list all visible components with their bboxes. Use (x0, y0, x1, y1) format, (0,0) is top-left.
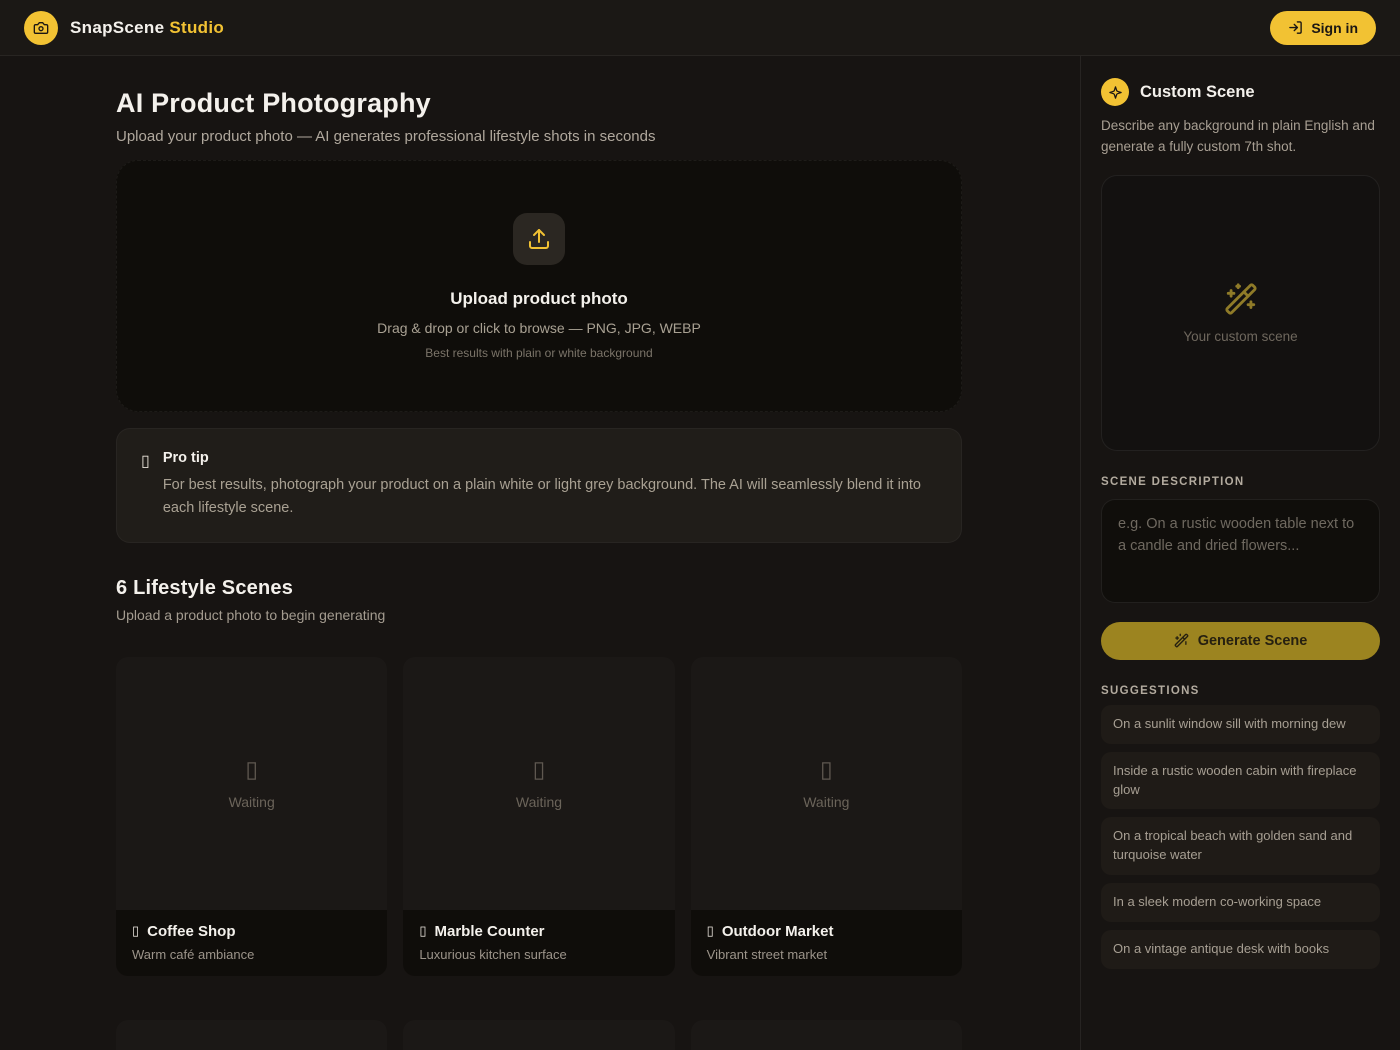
preview-placeholder-label: Your custom scene (1183, 328, 1298, 344)
pro-tip-body: For best results, photograph your produc… (162, 477, 921, 517)
scene-card: ▯ Waiting ▯ Outdoor Market Vibrant stree… (690, 656, 962, 976)
app-header: SnapScene Studio Sign in (0, 0, 1400, 56)
suggestion-item[interactable]: On a vintage antique desk with books (1101, 929, 1380, 969)
dropzone-title: Upload product photo (450, 288, 628, 308)
scene-card-title-text: Marble Counter (434, 922, 545, 940)
dropzone-hint: Drag & drop or click to browse — PNG, JP… (377, 319, 701, 336)
scene-card-partial (690, 1019, 962, 1050)
scene-card-body (691, 1020, 962, 1050)
scene-waiting-label: Waiting (803, 794, 850, 811)
suggestion-item[interactable]: On a sunlit window sill with morning dew (1101, 704, 1380, 744)
scene-card-desc: Luxurious kitchen surface (419, 946, 567, 962)
scene-description-label: SCENE DESCRIPTION (1101, 475, 1245, 488)
scene-waiting-label: Waiting (228, 794, 275, 811)
lightbulb-placeholder-icon: ▯ (141, 453, 150, 470)
brand[interactable]: SnapScene Studio (24, 10, 224, 45)
custom-scene-preview: Your custom scene (1101, 174, 1380, 451)
hourglass-placeholder-icon: ▯ (532, 756, 546, 783)
page-subtitle: Upload your product photo — AI generates… (116, 128, 656, 145)
dropzone-note: Best results with plain or white backgro… (425, 345, 653, 360)
scenes-section-title: 6 Lifestyle Scenes (116, 576, 294, 599)
scene-card-footer: ▯ Coffee Shop Warm café ambiance (116, 909, 388, 976)
sign-in-label: Sign in (1311, 19, 1358, 36)
magic-wand-icon (1224, 282, 1258, 316)
pro-tip-title: Pro tip (162, 450, 209, 466)
generate-scene-label: Generate Scene (1197, 632, 1308, 649)
hourglass-placeholder-icon: ▯ (819, 756, 833, 783)
main-content: AI Product Photography Upload your produ… (0, 56, 1080, 1050)
scene-card-body (116, 1020, 387, 1050)
custom-scene-panel: Custom Scene Describe any background in … (1080, 56, 1400, 1050)
brand-name: SnapScene Studio (70, 18, 224, 38)
scene-card: ▯ Waiting ▯ Coffee Shop Warm café ambian… (116, 656, 388, 976)
custom-scene-header: Custom Scene (1101, 78, 1380, 106)
upload-dropzone[interactable]: Upload product photo Drag & drop or clic… (116, 160, 962, 412)
scene-emoji-placeholder-icon: ▯ (132, 923, 140, 939)
scene-card-title-text: Outdoor Market (721, 922, 834, 940)
log-in-icon (1288, 20, 1303, 35)
custom-scene-title: Custom Scene (1140, 82, 1255, 101)
sign-in-button[interactable]: Sign in (1270, 10, 1376, 45)
scene-card-title-text: Coffee Shop (147, 922, 236, 940)
hourglass-placeholder-icon: ▯ (245, 756, 258, 783)
scene-card-body (403, 1020, 674, 1050)
custom-scene-description: Describe any background in plain English… (1101, 118, 1375, 154)
brand-primary: SnapScene (70, 17, 165, 37)
upload-icon-tile (513, 212, 565, 265)
scene-card-partial (403, 1019, 675, 1050)
wand-icon (1174, 633, 1189, 648)
scene-card-title: ▯ Coffee Shop (132, 923, 371, 940)
pro-tip-banner: ▯ Pro tip For best results, photograph y… (116, 428, 962, 543)
page-title: AI Product Photography (116, 88, 431, 118)
scene-emoji-placeholder-icon: ▯ (706, 923, 714, 939)
scene-grid: ▯ Waiting ▯ Coffee Shop Warm café ambian… (116, 656, 962, 1050)
scene-card-body: ▯ Waiting (116, 657, 387, 910)
scene-card-body: ▯ Waiting (403, 657, 674, 910)
suggestion-item[interactable]: On a tropical beach with golden sand and… (1101, 817, 1380, 876)
brand-accent: Studio (169, 17, 225, 37)
scene-card-desc: Vibrant street market (706, 946, 828, 962)
scene-card-title: ▯ Marble Counter (419, 923, 658, 940)
scene-emoji-placeholder-icon: ▯ (419, 923, 427, 939)
suggestions-label: SUGGESTIONS (1101, 684, 1200, 697)
scene-card-footer: ▯ Outdoor Market Vibrant street market (690, 909, 962, 976)
scene-description-input[interactable] (1101, 498, 1380, 603)
scene-card-title: ▯ Outdoor Market (707, 923, 946, 940)
scene-card-desc: Warm café ambiance (132, 946, 255, 962)
camera-icon (24, 10, 58, 45)
scene-card-partial (116, 1019, 388, 1050)
scene-waiting-label: Waiting (515, 794, 563, 811)
sparkles-icon (1101, 78, 1129, 106)
scenes-section-subtitle: Upload a product photo to begin generati… (116, 606, 386, 623)
suggestion-item[interactable]: In a sleek modern co-working space (1101, 883, 1380, 922)
scene-card: ▯ Waiting ▯ Marble Counter Luxurious kit… (403, 656, 675, 976)
suggestions-list: On a sunlit window sill with morning dew… (1101, 704, 1380, 969)
suggestion-item[interactable]: Inside a rustic wooden cabin with firepl… (1101, 751, 1380, 810)
scene-card-body: ▯ Waiting (691, 657, 962, 910)
scene-card-footer: ▯ Marble Counter Luxurious kitchen surfa… (403, 909, 675, 976)
upload-icon (527, 227, 551, 251)
generate-scene-button[interactable]: Generate Scene (1101, 621, 1380, 660)
